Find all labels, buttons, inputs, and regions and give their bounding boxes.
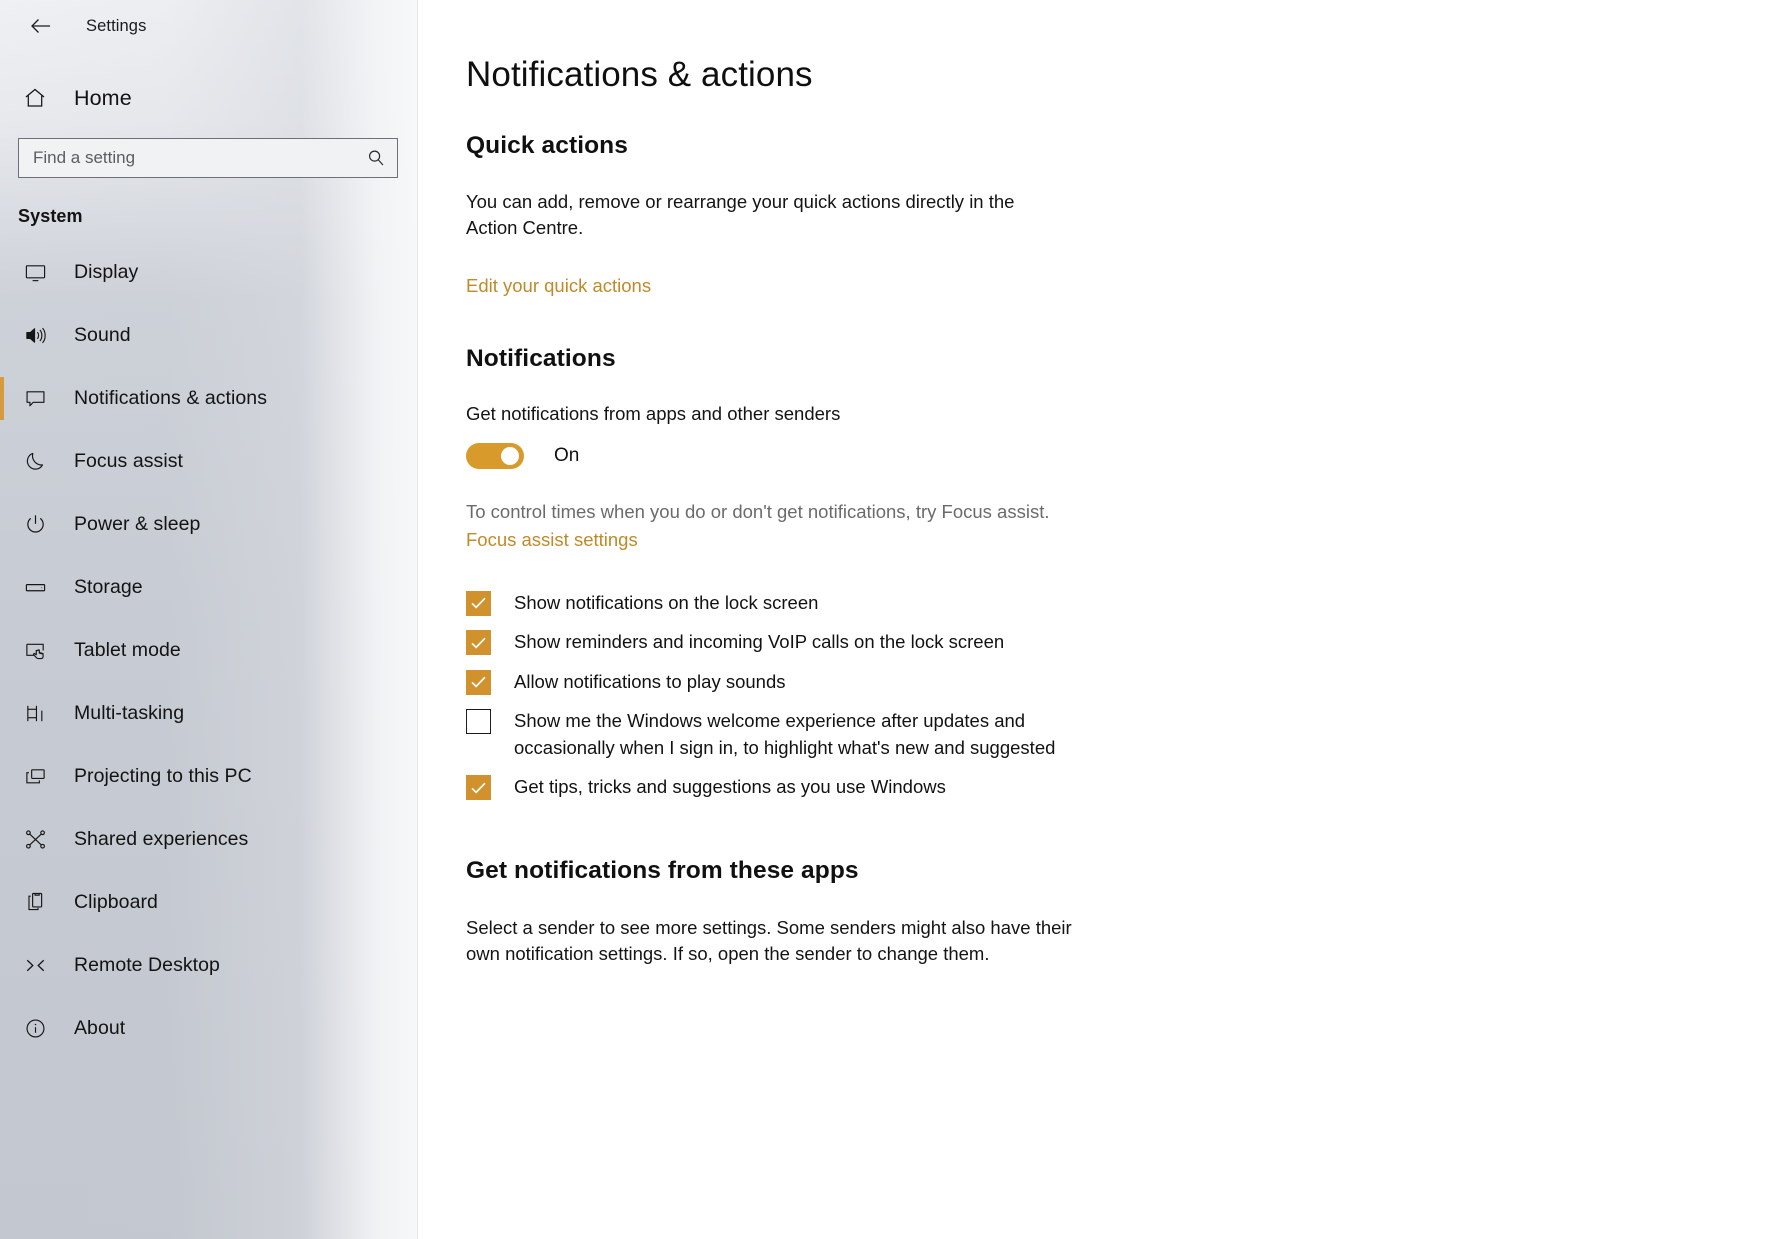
- multitasking-icon: [16, 702, 54, 725]
- checkbox-row[interactable]: Show notifications on the lock screen: [466, 590, 1777, 616]
- selection-accent: [0, 314, 4, 357]
- sidebar-item-label: Shared experiences: [74, 828, 249, 850]
- back-arrow-icon[interactable]: [18, 9, 64, 43]
- project-screen-icon: [16, 765, 54, 788]
- toggle-state-label: On: [554, 445, 580, 467]
- sidebar-item-label: About: [74, 1017, 126, 1039]
- selection-accent: [0, 251, 4, 294]
- clipboard-icon: [16, 891, 54, 914]
- selection-accent: [0, 818, 4, 861]
- sidebar-item-label: Focus assist: [74, 450, 183, 472]
- checkbox-show-lock-screen[interactable]: [466, 590, 491, 616]
- checkbox-label: Show me the Windows welcome experience a…: [514, 710, 1056, 758]
- notifications-toggle-row: On: [466, 443, 1777, 470]
- sidebar-item-notifications-actions[interactable]: Notifications & actions: [0, 367, 418, 430]
- settings-window: Settings Home System: [0, 0, 1777, 1239]
- selection-accent: [0, 440, 4, 483]
- sidebar-item-storage[interactable]: Storage: [0, 556, 418, 619]
- notifications-heading: Notifications: [466, 345, 616, 373]
- sidebar-item-label: Projecting to this PC: [74, 765, 252, 787]
- remote-desktop-icon: [16, 954, 54, 977]
- selection-accent: [0, 629, 4, 672]
- toggle-knob: [501, 447, 519, 466]
- sidebar-item-clipboard[interactable]: Clipboard: [0, 871, 418, 934]
- checkbox-welcome-experience[interactable]: [466, 709, 491, 735]
- checkbox-show-reminders-voip[interactable]: [466, 630, 491, 656]
- selection-accent: [0, 755, 4, 798]
- checkbox-row[interactable]: Allow notifications to play sounds: [466, 669, 1777, 695]
- checkbox-label: Get tips, tricks and suggestions as you …: [514, 776, 946, 798]
- sidebar-item-label: Multi-tasking: [74, 702, 185, 724]
- sidebar-item-power-sleep[interactable]: Power & sleep: [0, 493, 418, 556]
- search-box[interactable]: [18, 138, 398, 178]
- checkbox-row[interactable]: Show reminders and incoming VoIP calls o…: [466, 629, 1777, 656]
- selection-accent: [0, 881, 4, 924]
- sidebar-item-label: Notifications & actions: [74, 387, 267, 409]
- selection-accent: [0, 944, 4, 987]
- sidebar-item-sound[interactable]: Sound: [0, 304, 418, 367]
- sidebar-item-multi-tasking[interactable]: Multi-tasking: [0, 682, 418, 745]
- speaker-icon: [16, 324, 54, 347]
- sidebar-item-about[interactable]: About: [0, 997, 418, 1060]
- sidebar-item-label: Sound: [74, 324, 131, 346]
- moon-icon: [16, 450, 54, 473]
- checkbox-tips-tricks[interactable]: [466, 775, 491, 801]
- selection-accent: [0, 566, 4, 609]
- window-title: Settings: [86, 16, 147, 35]
- sidebar-item-remote-desktop[interactable]: Remote Desktop: [0, 934, 418, 997]
- sidebar-item-label: Storage: [74, 576, 143, 598]
- share-nodes-icon: [16, 828, 54, 851]
- quick-actions-description: You can add, remove or rearrange your qu…: [466, 190, 1015, 239]
- sidebar-item-shared-experiences[interactable]: Shared experiences: [0, 808, 418, 871]
- apps-section-description: Select a sender to see more settings. So…: [466, 916, 1072, 965]
- info-circle-icon: [16, 1017, 54, 1040]
- selection-accent: [0, 1007, 4, 1050]
- edit-quick-actions-link[interactable]: Edit your quick actions: [466, 275, 651, 297]
- tablet-touch-icon: [16, 639, 54, 662]
- power-icon: [16, 513, 54, 536]
- notifications-toggle[interactable]: [466, 443, 524, 470]
- checkbox-row[interactable]: Show me the Windows welcome experience a…: [466, 708, 1777, 761]
- home-label: Home: [74, 85, 132, 110]
- sidebar-group-title: System: [18, 206, 83, 226]
- sidebar-item-projecting[interactable]: Projecting to this PC: [0, 745, 418, 808]
- drive-icon: [16, 576, 54, 599]
- sidebar: Settings Home System: [0, 0, 418, 1239]
- sidebar-item-focus-assist[interactable]: Focus assist: [0, 430, 418, 493]
- page-title: Notifications & actions: [466, 55, 813, 94]
- speech-bubble-icon: [16, 387, 54, 410]
- sidebar-item-label: Power & sleep: [74, 513, 201, 535]
- home-icon: [16, 86, 54, 110]
- selection-accent: [0, 377, 4, 420]
- checkbox-label: Allow notifications to play sounds: [514, 670, 786, 692]
- main-content: Notifications & actions Quick actions Yo…: [418, 0, 1777, 1239]
- sidebar-item-label: Clipboard: [74, 891, 158, 913]
- sidebar-item-label: Remote Desktop: [74, 954, 220, 976]
- monitor-icon: [16, 261, 54, 284]
- search-input[interactable]: [33, 148, 365, 168]
- sidebar-nav: Display Sound Notifications & actions Fo…: [0, 241, 418, 1060]
- checkbox-label: Show notifications on the lock screen: [514, 591, 819, 613]
- focus-assist-note: To control times when you do or don't ge…: [466, 501, 1050, 523]
- apps-section-heading: Get notifications from these apps: [466, 856, 859, 884]
- quick-actions-heading: Quick actions: [466, 131, 628, 159]
- sidebar-item-home[interactable]: Home: [0, 72, 418, 124]
- checkbox-allow-sounds[interactable]: [466, 669, 491, 695]
- search-container: [18, 138, 400, 178]
- sidebar-item-tablet-mode[interactable]: Tablet mode: [0, 619, 418, 682]
- selection-accent: [0, 692, 4, 735]
- sidebar-item-label: Display: [74, 261, 139, 283]
- selection-accent: [0, 503, 4, 546]
- notifications-toggle-label: Get notifications from apps and other se…: [466, 403, 841, 425]
- title-bar: Settings: [0, 0, 418, 52]
- sidebar-item-display[interactable]: Display: [0, 241, 418, 304]
- checkbox-label: Show reminders and incoming VoIP calls o…: [514, 631, 1005, 653]
- focus-assist-settings-link[interactable]: Focus assist settings: [466, 529, 638, 551]
- notification-options-list: Show notifications on the lock screen Sh…: [466, 590, 1777, 801]
- checkbox-row[interactable]: Get tips, tricks and suggestions as you …: [466, 774, 1777, 801]
- search-icon[interactable]: [365, 147, 387, 169]
- sidebar-item-label: Tablet mode: [74, 639, 181, 661]
